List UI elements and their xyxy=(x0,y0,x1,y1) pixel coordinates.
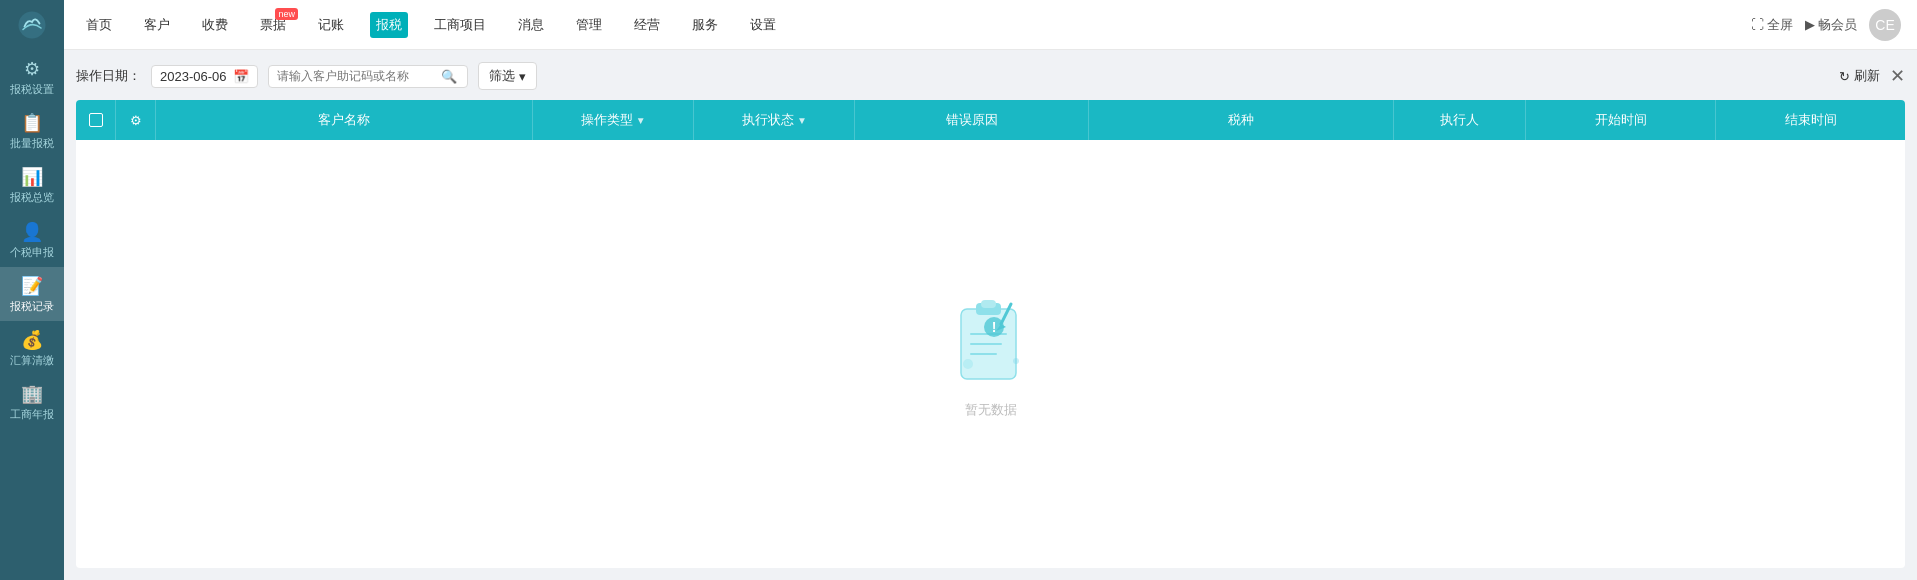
nav-home[interactable]: 首页 xyxy=(80,12,118,38)
sidebar-logo[interactable] xyxy=(0,0,64,50)
sidebar-item-baoshui-jilu[interactable]: 📝 报税记录 xyxy=(0,267,64,321)
payment-icon: 💰 xyxy=(21,329,43,351)
th-client-name: 客户名称 xyxy=(156,100,533,140)
search-input[interactable] xyxy=(277,69,437,83)
th-check[interactable] xyxy=(76,100,116,140)
nav-shoufei[interactable]: 收费 xyxy=(196,12,234,38)
sidebar-item-huisuan-jiaona[interactable]: 💰 汇算清缴 xyxy=(0,321,64,375)
fullscreen-icon: ⛶ xyxy=(1751,17,1764,32)
overview-icon: 📊 xyxy=(21,166,43,188)
record-icon: 📝 xyxy=(21,275,43,297)
company-icon: 🏢 xyxy=(21,383,43,405)
th-tax-type: 税种 xyxy=(1089,100,1394,140)
filter-label: 筛选 xyxy=(489,67,515,85)
table-container: ⚙ 客户名称 操作类型 ▼ 执行状态 ▼ 错误原因 税种 xyxy=(76,100,1905,568)
nav-kehu[interactable]: 客户 xyxy=(138,12,176,38)
select-all-checkbox[interactable] xyxy=(89,113,103,127)
sort-icon: ▼ xyxy=(636,115,646,126)
sidebar-label: 工商年报 xyxy=(10,408,54,421)
sidebar-label: 报税设置 xyxy=(10,83,54,96)
chevron-down-icon: ▾ xyxy=(519,69,526,84)
toolbar-right: ↻ 刷新 ✕ xyxy=(1839,67,1905,85)
sidebar-label: 报税总览 xyxy=(10,191,54,204)
th-end-time: 结束时间 xyxy=(1716,100,1905,140)
sidebar-item-baoshui-zonglан[interactable]: 📊 报税总览 xyxy=(0,158,64,212)
member-button[interactable]: ▶ 畅会员 xyxy=(1805,16,1857,34)
sort-icon: ▼ xyxy=(797,115,807,126)
nav-baoshui[interactable]: 报税 xyxy=(370,12,408,38)
th-error-reason: 错误原因 xyxy=(855,100,1088,140)
th-executor: 执行人 xyxy=(1394,100,1526,140)
person-icon: 👤 xyxy=(21,221,43,243)
th-start-time: 开始时间 xyxy=(1526,100,1716,140)
close-button[interactable]: ✕ xyxy=(1890,67,1905,85)
empty-state: ! 暂无数据 xyxy=(946,289,1036,419)
table-body: ! 暂无数据 xyxy=(76,140,1905,568)
sidebar-item-geshuishenbao[interactable]: 👤 个税申报 xyxy=(0,213,64,267)
svg-text:!: ! xyxy=(991,319,996,335)
date-label: 操作日期： xyxy=(76,67,141,85)
th-exec-status[interactable]: 执行状态 ▼ xyxy=(694,100,855,140)
nav-shezhi[interactable]: 设置 xyxy=(744,12,782,38)
svg-point-12 xyxy=(1013,358,1019,364)
sidebar-item-gongshang-nianbao[interactable]: 🏢 工商年报 xyxy=(0,375,64,429)
sidebar: ⚙ 报税设置 📋 批量报税 📊 报税总览 👤 个税申报 📝 报税记录 💰 汇算清… xyxy=(0,0,64,580)
play-icon: ▶ xyxy=(1805,17,1815,32)
date-value: 2023-06-06 xyxy=(160,69,227,84)
new-badge: new xyxy=(275,8,298,20)
sidebar-label: 个税申报 xyxy=(10,246,54,259)
main-area: 首页 客户 收费 票据 new 记账 报税 工商项目 消息 管理 经营 服务 设… xyxy=(64,0,1917,580)
th-op-type[interactable]: 操作类型 ▼ xyxy=(533,100,694,140)
refresh-button[interactable]: ↻ 刷新 xyxy=(1839,67,1880,85)
sidebar-item-piliang-baoshui[interactable]: 📋 批量报税 xyxy=(0,104,64,158)
avatar[interactable]: CE xyxy=(1869,9,1901,41)
search-box: 🔍 xyxy=(268,65,468,88)
gear-icon: ⚙ xyxy=(130,113,142,128)
nav-jizhang[interactable]: 记账 xyxy=(312,12,350,38)
filter-button[interactable]: 筛选 ▾ xyxy=(478,62,537,90)
empty-text: 暂无数据 xyxy=(965,401,1017,419)
content-area: 操作日期： 2023-06-06 📅 🔍 筛选 ▾ ↻ 刷新 ✕ xyxy=(64,50,1917,580)
batch-icon: 📋 xyxy=(21,112,43,134)
nav-jingying[interactable]: 经营 xyxy=(628,12,666,38)
nav-gongshang-xiangmu[interactable]: 工商项目 xyxy=(428,12,492,38)
search-icon: 🔍 xyxy=(441,69,457,84)
nav-fuwu[interactable]: 服务 xyxy=(686,12,724,38)
sidebar-label: 汇算清缴 xyxy=(10,354,54,367)
settings-icon: ⚙ xyxy=(24,58,40,80)
sidebar-item-baoshui-shezhi[interactable]: ⚙ 报税设置 xyxy=(0,50,64,104)
toolbar: 操作日期： 2023-06-06 📅 🔍 筛选 ▾ ↻ 刷新 ✕ xyxy=(76,62,1905,90)
sidebar-label: 报税记录 xyxy=(10,300,54,313)
fullscreen-button[interactable]: ⛶ 全屏 xyxy=(1751,16,1793,34)
nav-piao[interactable]: 票据 new xyxy=(254,12,292,38)
th-gear[interactable]: ⚙ xyxy=(116,100,156,140)
refresh-icon: ↻ xyxy=(1839,69,1850,84)
table-header: ⚙ 客户名称 操作类型 ▼ 执行状态 ▼ 错误原因 税种 xyxy=(76,100,1905,140)
calendar-icon: 📅 xyxy=(233,69,249,84)
nav-guanli[interactable]: 管理 xyxy=(570,12,608,38)
top-navbar: 首页 客户 收费 票据 new 记账 报税 工商项目 消息 管理 经营 服务 设… xyxy=(64,0,1917,50)
svg-point-11 xyxy=(963,359,973,369)
date-picker[interactable]: 2023-06-06 📅 xyxy=(151,65,258,88)
empty-illustration: ! xyxy=(946,289,1036,389)
svg-rect-3 xyxy=(981,300,996,308)
navbar-right: ⛶ 全屏 ▶ 畅会员 CE xyxy=(1751,9,1901,41)
sidebar-label: 批量报税 xyxy=(10,137,54,150)
nav-xiaoxi[interactable]: 消息 xyxy=(512,12,550,38)
